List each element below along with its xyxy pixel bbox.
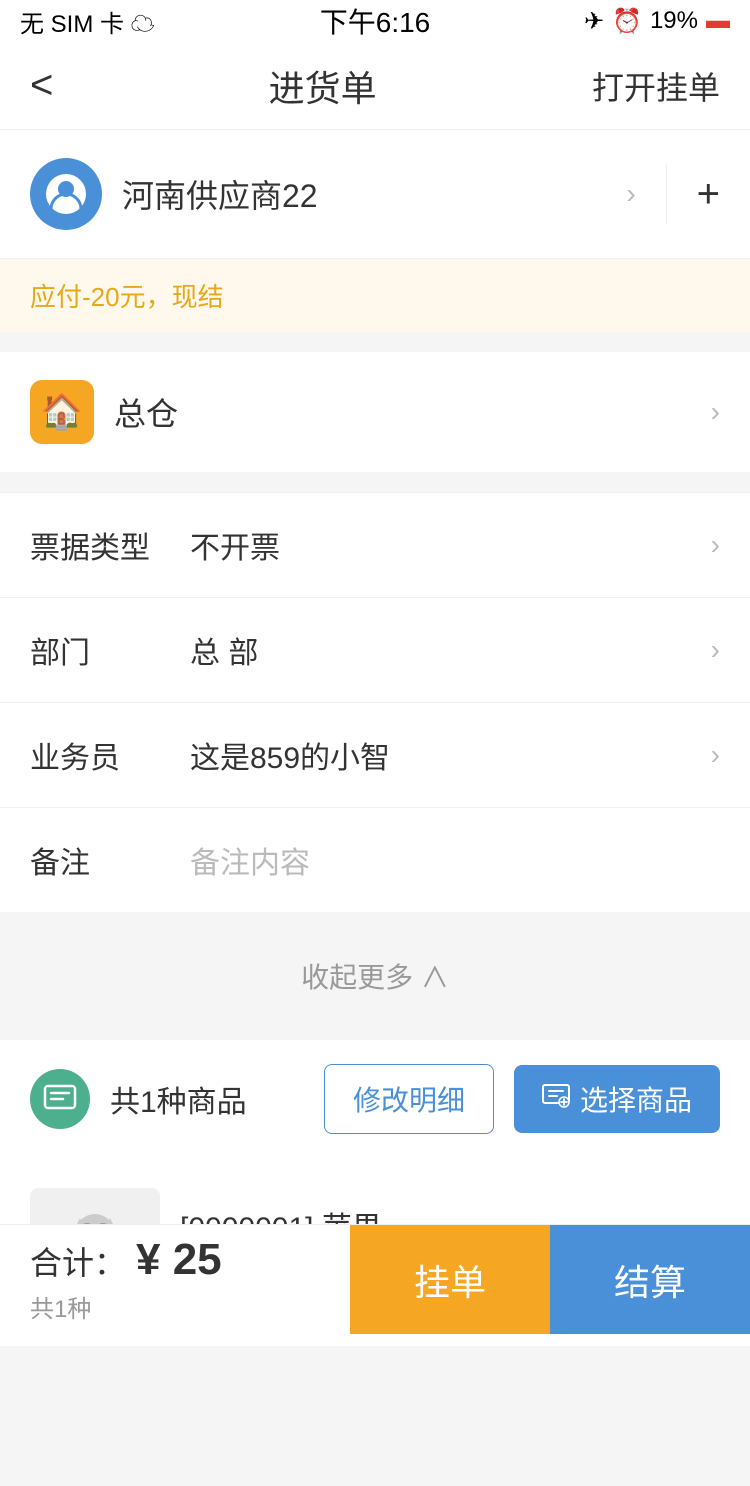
- avatar-icon: [46, 174, 86, 214]
- total-main: 合计： ¥ 25: [30, 1235, 320, 1285]
- salesman-label: 业务员: [30, 733, 170, 777]
- battery-icon: ▬: [706, 7, 730, 35]
- bottom-bar: 合计： ¥ 25 共1种 挂单 结算: [0, 1224, 750, 1334]
- department-value: 总 部: [190, 628, 711, 672]
- back-button[interactable]: <: [30, 63, 53, 108]
- warehouse-row[interactable]: 🏠 总仓 ›: [0, 352, 750, 472]
- total-sub: 共1种: [30, 1289, 320, 1324]
- select-product-label: 选择商品: [580, 1079, 692, 1119]
- total-section: 合计： ¥ 25 共1种: [0, 1225, 350, 1334]
- supplier-row[interactable]: 河南供应商22 › +: [0, 130, 750, 259]
- warehouse-icon: 🏠: [30, 380, 94, 444]
- department-label: 部门: [30, 628, 170, 672]
- add-supplier-button[interactable]: +: [697, 172, 720, 217]
- sim-status: 无 SIM 卡 ☁: [20, 4, 155, 39]
- supplier-avatar: [30, 158, 102, 230]
- department-row[interactable]: 部门 总 部 ›: [0, 597, 750, 702]
- location-icon: ✈: [584, 7, 604, 36]
- warehouse-section: 🏠 总仓 ›: [0, 352, 750, 472]
- status-bar-time: 下午6:16: [320, 1, 431, 41]
- total-amount: ¥ 25: [136, 1235, 222, 1285]
- total-label: 合计：: [30, 1238, 126, 1284]
- products-header: 共1种商品 修改明细 选择商品: [0, 1040, 750, 1158]
- open-pending-button[interactable]: 打开挂单: [592, 63, 720, 109]
- status-bar: 无 SIM 卡 ☁ 下午6:16 ✈ ⏰ 19% ▬: [0, 0, 750, 42]
- collapse-row[interactable]: 收起更多 ∧: [0, 932, 750, 1020]
- nav-bar: < 进货单 打开挂单: [0, 42, 750, 130]
- warehouse-chevron-icon: ›: [711, 396, 720, 428]
- supplier-name: 河南供应商22: [122, 171, 626, 217]
- cart-icon: [30, 1069, 90, 1129]
- checkout-button[interactable]: 结算: [550, 1225, 750, 1334]
- product-count-label: 共1种商品: [110, 1077, 304, 1121]
- supplier-section: 河南供应商22 › + 应付-20元，现结: [0, 130, 750, 332]
- alarm-icon: ⏰: [612, 7, 642, 36]
- remark-input[interactable]: 备注内容: [190, 838, 720, 882]
- divider: [666, 164, 667, 224]
- select-product-button[interactable]: 选择商品: [514, 1065, 720, 1133]
- salesman-value: 这是859的小智: [190, 733, 711, 777]
- status-bar-right: ✈ ⏰ 19% ▬: [584, 7, 730, 36]
- page-title: 进货单: [269, 60, 377, 112]
- battery-label: 19%: [650, 7, 698, 35]
- hang-button[interactable]: 挂单: [350, 1225, 550, 1334]
- supplier-chevron-icon: ›: [626, 178, 635, 210]
- form-section: 票据类型 不开票 › 部门 总 部 › 业务员 这是859的小智 › 备注 备注…: [0, 492, 750, 912]
- salesman-row[interactable]: 业务员 这是859的小智 ›: [0, 702, 750, 807]
- department-chevron-icon: ›: [711, 634, 720, 666]
- invoice-type-row[interactable]: 票据类型 不开票 ›: [0, 492, 750, 597]
- status-bar-left: 无 SIM 卡 ☁: [20, 4, 155, 39]
- warehouse-name: 总仓: [114, 389, 711, 435]
- salesman-chevron-icon: ›: [711, 739, 720, 771]
- notice-bar: 应付-20元，现结: [0, 259, 750, 332]
- select-product-icon: [542, 1083, 570, 1115]
- house-icon: 🏠: [41, 392, 83, 432]
- invoice-type-value: 不开票: [190, 523, 711, 567]
- remark-row[interactable]: 备注 备注内容: [0, 807, 750, 912]
- edit-detail-button[interactable]: 修改明细: [324, 1064, 494, 1134]
- remark-label: 备注: [30, 838, 170, 882]
- invoice-chevron-icon: ›: [711, 529, 720, 561]
- invoice-type-label: 票据类型: [30, 523, 170, 567]
